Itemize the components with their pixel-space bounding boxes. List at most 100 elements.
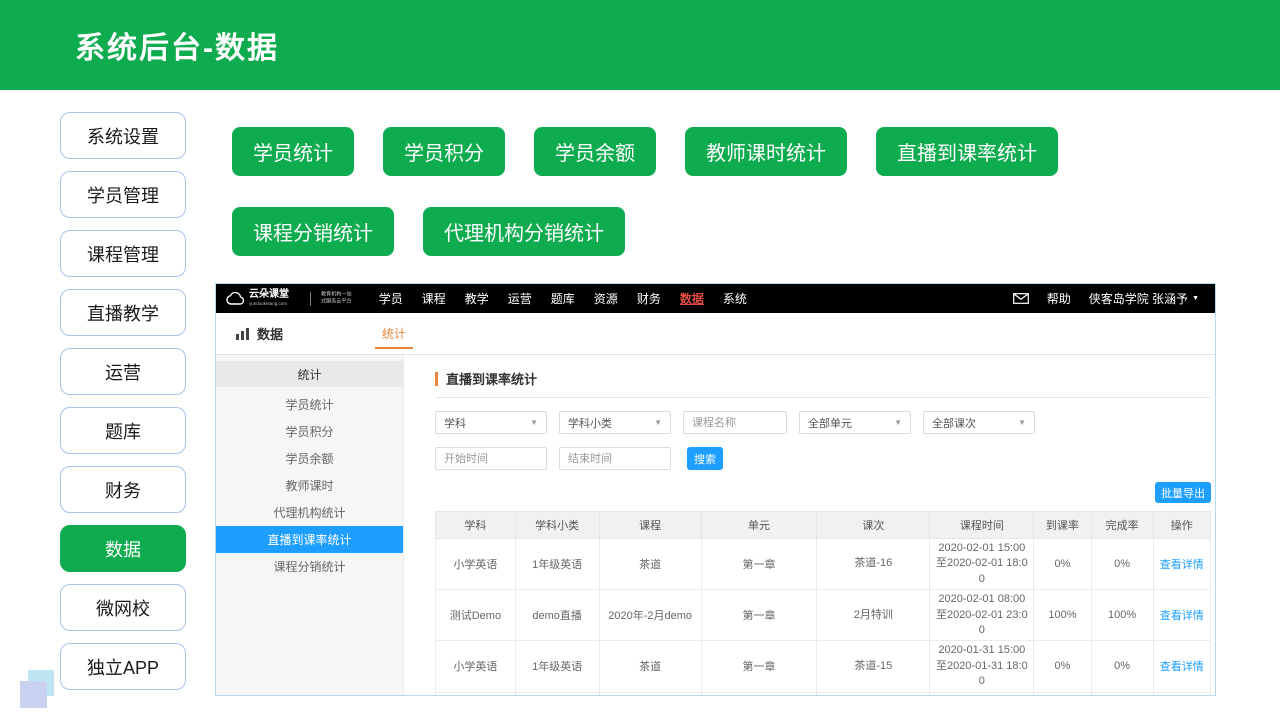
sub-sidebar-item-course-distribution[interactable]: 课程分销统计 — [216, 553, 403, 580]
quick-button-student-balance[interactable]: 学员余额 — [534, 127, 656, 176]
sidebar-item-course-management[interactable]: 课程管理 — [60, 230, 186, 277]
nav-item-operations[interactable]: 运营 — [508, 290, 532, 307]
chevron-down-icon: ▼ — [894, 418, 902, 427]
sidebar-item-system-settings[interactable]: 系统设置 — [60, 112, 186, 159]
cell-attendance-rate: 100% — [1034, 590, 1091, 641]
account-name: 侠客岛学院 张涵予 — [1089, 290, 1188, 307]
page: 系统后台-数据 系统设置学员管理课程管理直播教学运营题库财务数据微网校独立APP… — [0, 0, 1280, 720]
nav-item-question-bank[interactable]: 题库 — [551, 290, 575, 307]
tab-statistics[interactable]: 统计 — [382, 313, 406, 354]
nav-item-resources[interactable]: 资源 — [594, 290, 618, 307]
table-row: 小学英语1年级英语茶道第一章茶道-152020-01-31 15:00至2020… — [436, 641, 1211, 692]
quick-button-live-attendance-stats[interactable]: 直播到课率统计 — [876, 127, 1058, 176]
nav-item-courses[interactable]: 课程 — [422, 290, 446, 307]
cell-sub-subject: demo直播 — [515, 590, 599, 641]
subject-select[interactable]: 学科 ▼ — [435, 411, 547, 434]
divider — [435, 397, 1211, 398]
cell-completion-rate: 0% — [1091, 539, 1153, 590]
table-header-row: 学科学科小类课程单元课次课程时间到课率完成率操作 — [436, 512, 1211, 539]
sidebar-item-question-bank[interactable]: 题库 — [60, 407, 186, 454]
start-time-input[interactable] — [435, 447, 547, 470]
title-accent-bar — [435, 372, 438, 386]
quick-button-agency-distribution-stats[interactable]: 代理机构分销统计 — [423, 207, 625, 256]
cell-unit: 第一章 — [701, 692, 816, 696]
admin-nav-right: 帮助 侠客岛学院 张涵予 ▼ — [1013, 290, 1205, 307]
search-button[interactable]: 搜索 — [687, 447, 723, 470]
cloud-icon — [226, 292, 245, 305]
sidebar-item-student-management[interactable]: 学员管理 — [60, 171, 186, 218]
unit-select-value: 全部单元 — [808, 415, 852, 431]
admin-sub-sidebar-items: 学员统计学员积分学员余额教师课时代理机构统计直播到课率统计课程分销统计 — [216, 391, 403, 580]
quick-button-course-distribution-stats[interactable]: 课程分销统计 — [232, 207, 394, 256]
sub-sidebar-item-agency-stats[interactable]: 代理机构统计 — [216, 499, 403, 526]
cell-attendance-rate: 0% — [1034, 692, 1091, 696]
cell-sub-subject: 1年级英语 — [515, 692, 599, 696]
end-time-input[interactable] — [559, 447, 671, 470]
cell-lesson: 寒假辅导-5 — [817, 692, 930, 696]
sub-sidebar-item-live-attendance-stats[interactable]: 直播到课率统计 — [216, 526, 403, 553]
help-link[interactable]: 帮助 — [1047, 290, 1071, 307]
sub-sidebar-item-student-stats[interactable]: 学员统计 — [216, 391, 403, 418]
course-name-input[interactable] — [683, 411, 787, 434]
cell-completion-rate: 0% — [1091, 692, 1153, 696]
view-detail-link[interactable]: 查看详情 — [1160, 610, 1204, 622]
table-body: 小学英语1年级英语茶道第一章茶道-162020-02-01 15:00至2020… — [436, 539, 1211, 697]
view-detail-link[interactable]: 查看详情 — [1160, 559, 1204, 571]
sidebar-item-finance[interactable]: 财务 — [60, 466, 186, 513]
sidebar-item-operations[interactable]: 运营 — [60, 348, 186, 395]
table-row: 测试Demodemo直播2020年-2月demo第一章2月特训2020-02-0… — [436, 590, 1211, 641]
admin-nav-menu: 学员 课程 教学 运营 题库 资源 财务 数据 系统 — [379, 290, 747, 307]
batch-export-button[interactable]: 批量导出 — [1155, 482, 1211, 503]
nav-item-data[interactable]: 数据 — [680, 290, 704, 307]
admin-body: 统计 学员统计学员积分学员余额教师课时代理机构统计直播到课率统计课程分销统计 直… — [216, 355, 1215, 696]
sub-sidebar-item-student-balance[interactable]: 学员余额 — [216, 445, 403, 472]
sub-sidebar-item-student-points[interactable]: 学员积分 — [216, 418, 403, 445]
mail-icon[interactable] — [1013, 293, 1029, 304]
cell-course-time: 2020-02-01 08:00至2020-02-01 23:00 — [930, 590, 1034, 641]
section-title: 数据 — [257, 324, 283, 343]
nav-item-system[interactable]: 系统 — [723, 290, 747, 307]
cell-attendance-rate: 0% — [1034, 539, 1091, 590]
table-header-attendance-rate: 到课率 — [1034, 512, 1091, 539]
table-header-action: 操作 — [1153, 512, 1210, 539]
bar-chart-icon — [236, 327, 251, 340]
brand-text: 云朵课堂 yunduoketang.com — [249, 290, 300, 307]
brand-tagline-line1: 教育机构一站 — [321, 292, 352, 298]
nav-item-finance[interactable]: 财务 — [637, 290, 661, 307]
caret-down-icon: ▼ — [1192, 295, 1199, 302]
cell-subject: 小学英语 — [436, 692, 516, 696]
table-row: 小学英语1年级英语茶道第一章茶道-162020-02-01 15:00至2020… — [436, 539, 1211, 590]
lesson-select-value: 全部课次 — [932, 415, 976, 431]
brand-divider — [310, 292, 311, 306]
sidebar-item-data[interactable]: 数据 — [60, 525, 186, 572]
quick-buttons-row-2: 课程分销统计代理机构分销统计 — [232, 207, 625, 256]
table-header-sub-subject: 学科小类 — [515, 512, 599, 539]
page-header: 系统后台-数据 — [0, 0, 1280, 90]
brand-logo: 云朵课堂 yunduoketang.com 教育机构一站 式服务云平台 — [226, 290, 357, 307]
unit-select[interactable]: 全部单元 ▼ — [799, 411, 911, 434]
nav-item-teaching[interactable]: 教学 — [465, 290, 489, 307]
account-menu[interactable]: 侠客岛学院 张涵予 ▼ — [1089, 290, 1199, 307]
brand-tagline-line2: 式服务云平台 — [321, 299, 352, 305]
cell-action: 查看详情 — [1153, 641, 1210, 692]
quick-button-teacher-hours-stats[interactable]: 教师课时统计 — [685, 127, 847, 176]
sidebar-item-standalone-app[interactable]: 独立APP — [60, 643, 186, 690]
quick-button-student-stats[interactable]: 学员统计 — [232, 127, 354, 176]
nav-item-students[interactable]: 学员 — [379, 290, 403, 307]
sidebar-item-micro-school[interactable]: 微网校 — [60, 584, 186, 631]
chevron-down-icon: ▼ — [530, 418, 538, 427]
view-detail-link[interactable]: 查看详情 — [1160, 661, 1204, 673]
cell-course-time: 2020-02-01 15:00至2020-02-01 18:00 — [930, 539, 1034, 590]
cell-lesson: 2月特训 — [817, 590, 930, 641]
cell-completion-rate: 0% — [1091, 641, 1153, 692]
subject-sub-select[interactable]: 学科小类 ▼ — [559, 411, 671, 434]
cell-course: 2020年-2月demo — [599, 590, 701, 641]
filter-row-2: 搜索 — [435, 447, 1211, 470]
quick-buttons-row-1: 学员统计学员积分学员余额教师课时统计直播到课率统计 — [232, 127, 1058, 176]
table-header-course-time: 课程时间 — [930, 512, 1034, 539]
sidebar-item-live-teaching[interactable]: 直播教学 — [60, 289, 186, 336]
chevron-down-icon: ▼ — [1018, 418, 1026, 427]
lesson-select[interactable]: 全部课次 ▼ — [923, 411, 1035, 434]
quick-button-student-points[interactable]: 学员积分 — [383, 127, 505, 176]
sub-sidebar-item-teacher-hours[interactable]: 教师课时 — [216, 472, 403, 499]
